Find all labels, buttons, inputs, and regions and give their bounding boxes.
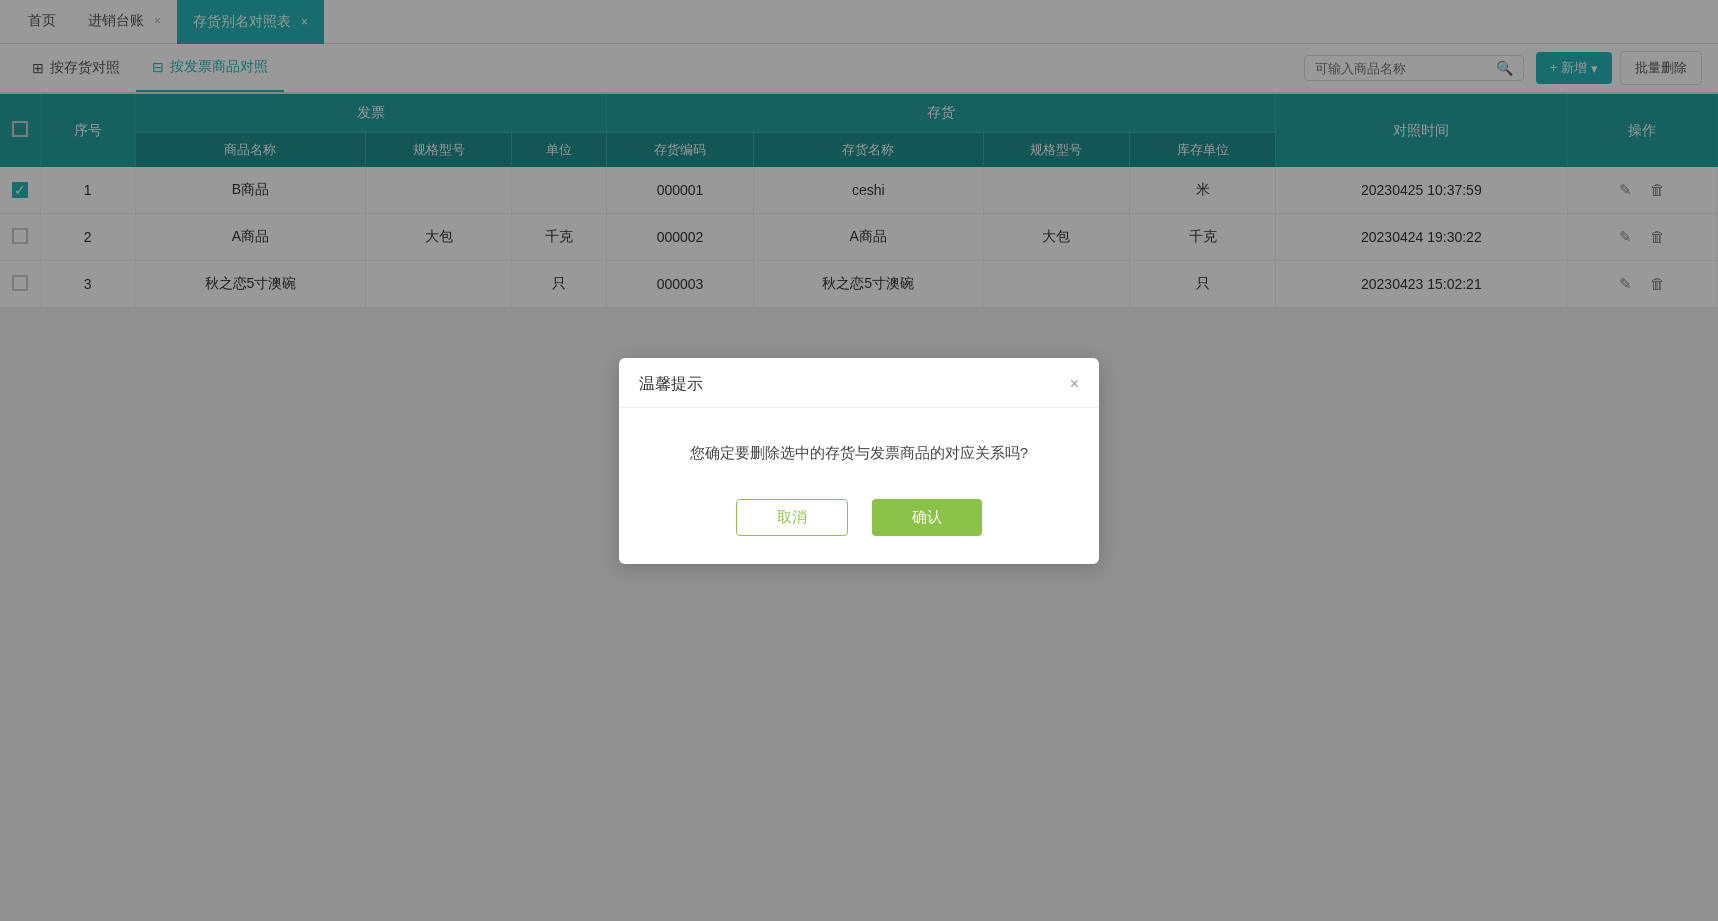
modal-overlay: 温馨提示 × 您确定要删除选中的存货与发票商品的对应关系吗? 取消 确认 [0,0,1718,308]
